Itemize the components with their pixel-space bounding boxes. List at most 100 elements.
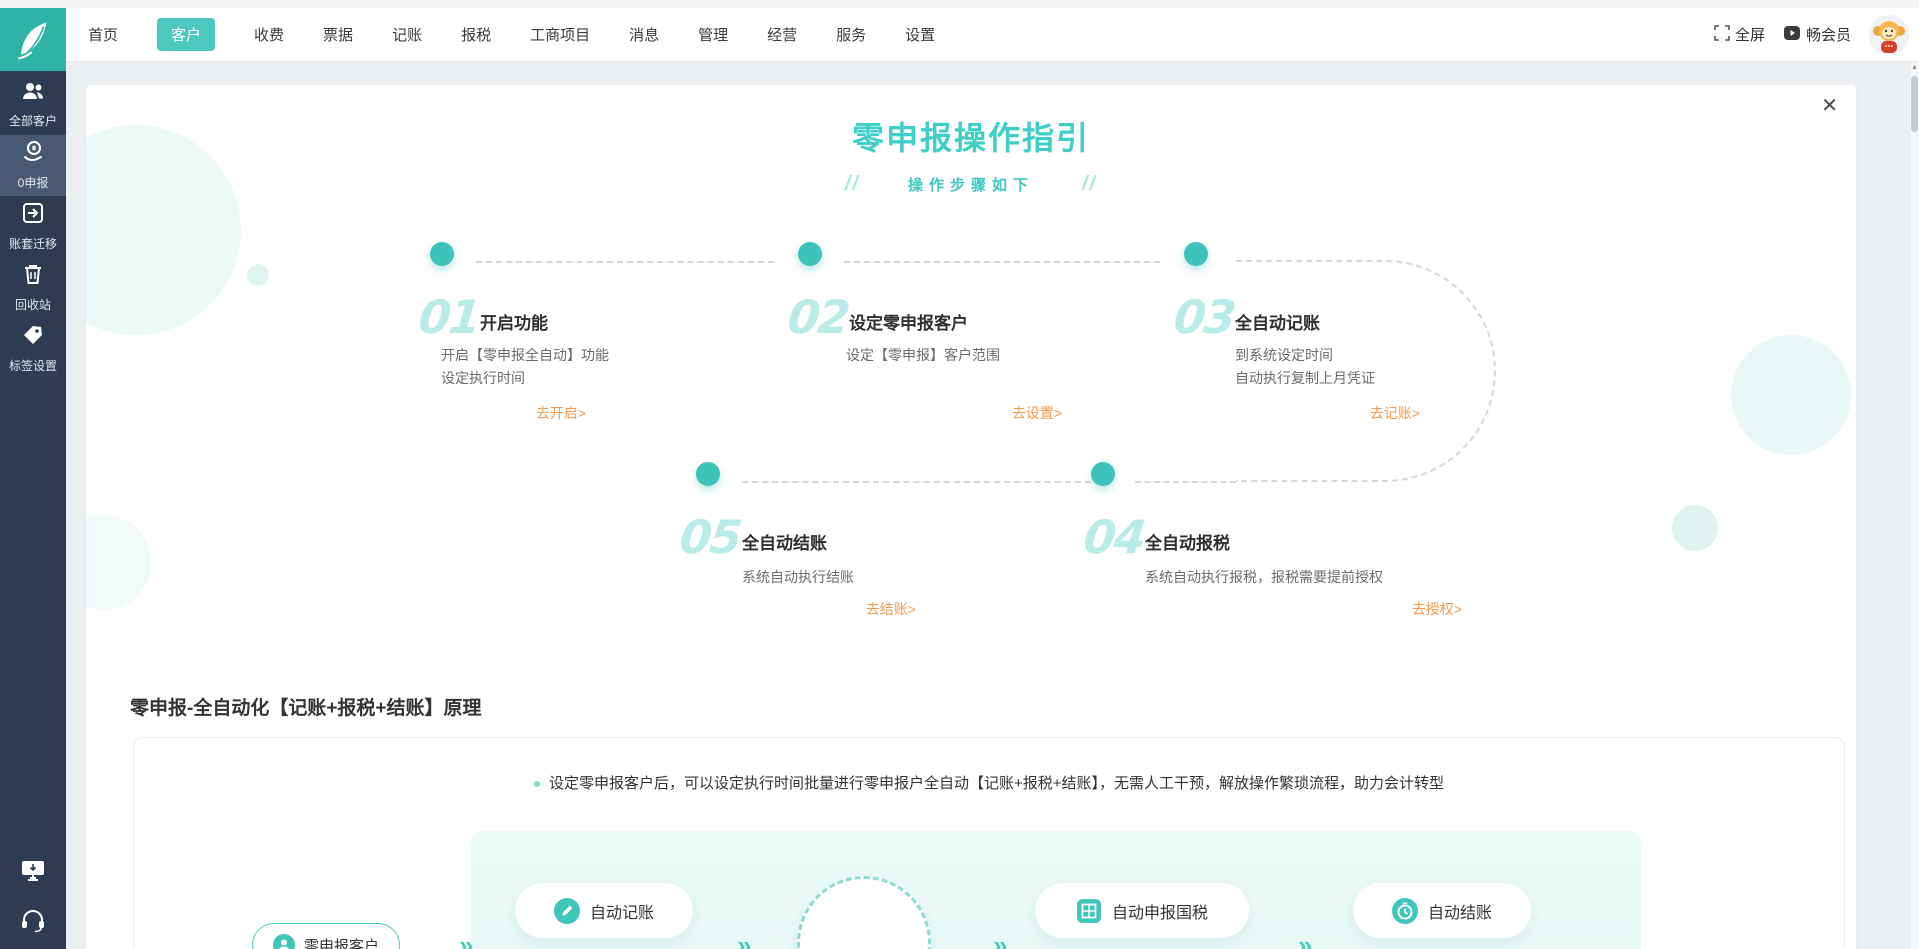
scrollbar-thumb[interactable] <box>1911 76 1918 132</box>
client-download-button[interactable] <box>0 859 66 883</box>
step-1-link[interactable]: 去开启> <box>494 403 586 423</box>
app-logo[interactable] <box>0 8 66 71</box>
nav-tab-management[interactable]: 管理 <box>698 18 728 51</box>
leaf-logo-icon <box>18 22 47 60</box>
step-dot-3 <box>1184 242 1208 266</box>
flow-arrow-icon: » <box>1298 930 1313 949</box>
support-button[interactable] <box>0 909 66 933</box>
flow-arrow-icon: » <box>737 930 752 949</box>
step-5-desc: 系统自动执行结账 <box>742 569 854 585</box>
fullscreen-icon <box>1714 24 1730 45</box>
deco-circle <box>86 515 151 610</box>
step-2-label: 设定零申报客户 <box>849 314 968 333</box>
sidebar: 全部客户 0申报 账套迁移 回收站 标签设置 <box>0 62 66 949</box>
play-icon <box>1783 25 1801 45</box>
app-window: 首页 客户 收费 票据 记账 报税 工商项目 消息 管理 经营 服务 设置 全屏 <box>0 0 1919 949</box>
member-button[interactable]: 畅会员 <box>1783 24 1851 45</box>
nav-tab-customers[interactable]: 客户 <box>157 18 216 51</box>
step-3-label: 全自动记账 <box>1235 314 1320 333</box>
step-1-label: 开启功能 <box>480 314 548 333</box>
step-4-number: 04 <box>1081 510 1147 564</box>
step-4-desc: 系统自动执行报税，报税需要提前授权 <box>1145 569 1383 585</box>
national-tax-icon <box>1077 898 1101 923</box>
deco-circle <box>1731 335 1851 455</box>
slash-decoration: // <box>844 173 860 195</box>
step-dot-5 <box>696 462 720 486</box>
step-2-number: 02 <box>785 290 851 344</box>
nav-tab-messages[interactable]: 消息 <box>629 18 659 51</box>
nav-tab-bookkeeping[interactable]: 记账 <box>392 18 422 51</box>
settle-clock-icon <box>1391 897 1418 924</box>
bullet-dot <box>533 781 540 788</box>
fullscreen-button[interactable]: 全屏 <box>1714 24 1765 45</box>
content-area: ✕ 零申报操作指引 // 操作步骤如下 // 01 开启功能 开启【零申报全自动… <box>66 62 1909 949</box>
nav-tab-tax[interactable]: 报税 <box>461 18 491 51</box>
step-dot-4 <box>1091 462 1115 486</box>
timeline-dash <box>742 481 1091 483</box>
scrollbar-up-arrow[interactable]: ▲ <box>1910 64 1919 71</box>
sidebar-item-label: 回收站 <box>14 297 51 312</box>
page-top-strip <box>0 0 1919 8</box>
step-dot-2 <box>798 242 822 266</box>
step-2-link[interactable]: 去设置> <box>970 403 1062 423</box>
sidebar-item-ledger-migration[interactable]: 账套迁移 <box>0 196 66 257</box>
step-4-link[interactable]: 去授权> <box>1370 599 1462 619</box>
slash-decoration: // <box>1082 173 1098 195</box>
flow-arrow-icon: » <box>459 930 474 949</box>
topbar-right: 全屏 畅会员 <box>1714 14 1919 55</box>
step-3-desc: 到系统设定时间 自动执行复制上月凭证 <box>1235 347 1375 386</box>
tag-icon <box>22 324 44 351</box>
users-icon <box>21 81 45 106</box>
sidebar-item-recycle-bin[interactable]: 回收站 <box>0 257 66 318</box>
nav-tab-operations[interactable]: 经营 <box>767 18 797 51</box>
step-1-number: 01 <box>416 290 482 344</box>
sidebar-item-all-customers[interactable]: 全部客户 <box>0 74 66 135</box>
avatar[interactable] <box>1869 14 1909 55</box>
step-2-desc: 设定【零申报】客户范围 <box>846 347 1000 363</box>
pencil-icon <box>553 897 580 924</box>
nav-tab-invoices[interactable]: 票据 <box>323 18 353 51</box>
hand-coin-icon <box>21 140 45 168</box>
fullscreen-label: 全屏 <box>1734 27 1765 44</box>
sidebar-item-label: 0申报 <box>17 175 49 190</box>
customer-icon <box>272 934 295 949</box>
close-icon[interactable]: ✕ <box>1821 93 1838 118</box>
main-nav: 首页 客户 收费 票据 记账 报税 工商项目 消息 管理 经营 服务 设置 <box>88 18 935 51</box>
monkey-avatar-image <box>1869 14 1909 55</box>
sidebar-item-label: 标签设置 <box>8 358 57 373</box>
nav-tab-home[interactable]: 首页 <box>88 18 118 51</box>
nav-tab-fees[interactable]: 收费 <box>254 18 284 51</box>
guide-subtitle-text: 操作步骤如下 <box>907 177 1034 194</box>
timeline-dash <box>1135 481 1236 483</box>
flow-arrow-icon: » <box>993 930 1008 949</box>
step-dot-1 <box>430 242 454 266</box>
step-3-link[interactable]: 去记账> <box>1328 403 1420 423</box>
step-5-link[interactable]: 去结账> <box>824 599 916 619</box>
step-5-number: 05 <box>677 510 743 564</box>
flow-node-auto-settlement: 自动结账 <box>1353 883 1531 938</box>
deco-circle <box>1672 505 1718 551</box>
step-3-number: 03 <box>1171 290 1237 344</box>
scrollbar: ▲ <box>1909 62 1919 949</box>
deco-circle <box>247 264 269 286</box>
sidebar-item-zero-filing[interactable]: 0申报 <box>0 135 66 196</box>
guide-panel: ✕ 零申报操作指引 // 操作步骤如下 // 01 开启功能 开启【零申报全自动… <box>86 85 1856 949</box>
support-headset-icon <box>22 910 44 933</box>
nav-tab-settings[interactable]: 设置 <box>905 18 935 51</box>
nav-tab-services[interactable]: 服务 <box>836 18 866 51</box>
topbar: 首页 客户 收费 票据 记账 报税 工商项目 消息 管理 经营 服务 设置 全屏 <box>0 8 1919 62</box>
member-label: 畅会员 <box>1805 27 1851 44</box>
timeline-dash <box>476 261 774 263</box>
step-5-label: 全自动结账 <box>742 534 827 553</box>
principle-paragraph: 设定零申报客户后，可以设定执行时间批量进行零申报户全自动【记账+报税+结账】，无… <box>134 772 1844 793</box>
sidebar-item-tag-settings[interactable]: 标签设置 <box>0 318 66 379</box>
step-4-label: 全自动报税 <box>1145 534 1230 553</box>
client-download-icon <box>22 861 44 881</box>
guide-title: 零申报操作指引 <box>851 120 1090 156</box>
flow-node-auto-bookkeeping: 自动记账 <box>515 883 693 938</box>
nav-tab-business-projects[interactable]: 工商项目 <box>530 18 590 51</box>
principle-heading: 零申报-全自动化【记账+报税+结账】原理 <box>130 698 482 719</box>
sidebar-item-label: 全部客户 <box>8 113 57 128</box>
flow-node-auto-national-tax: 自动申报国税 <box>1035 883 1249 938</box>
trash-icon <box>23 263 43 290</box>
